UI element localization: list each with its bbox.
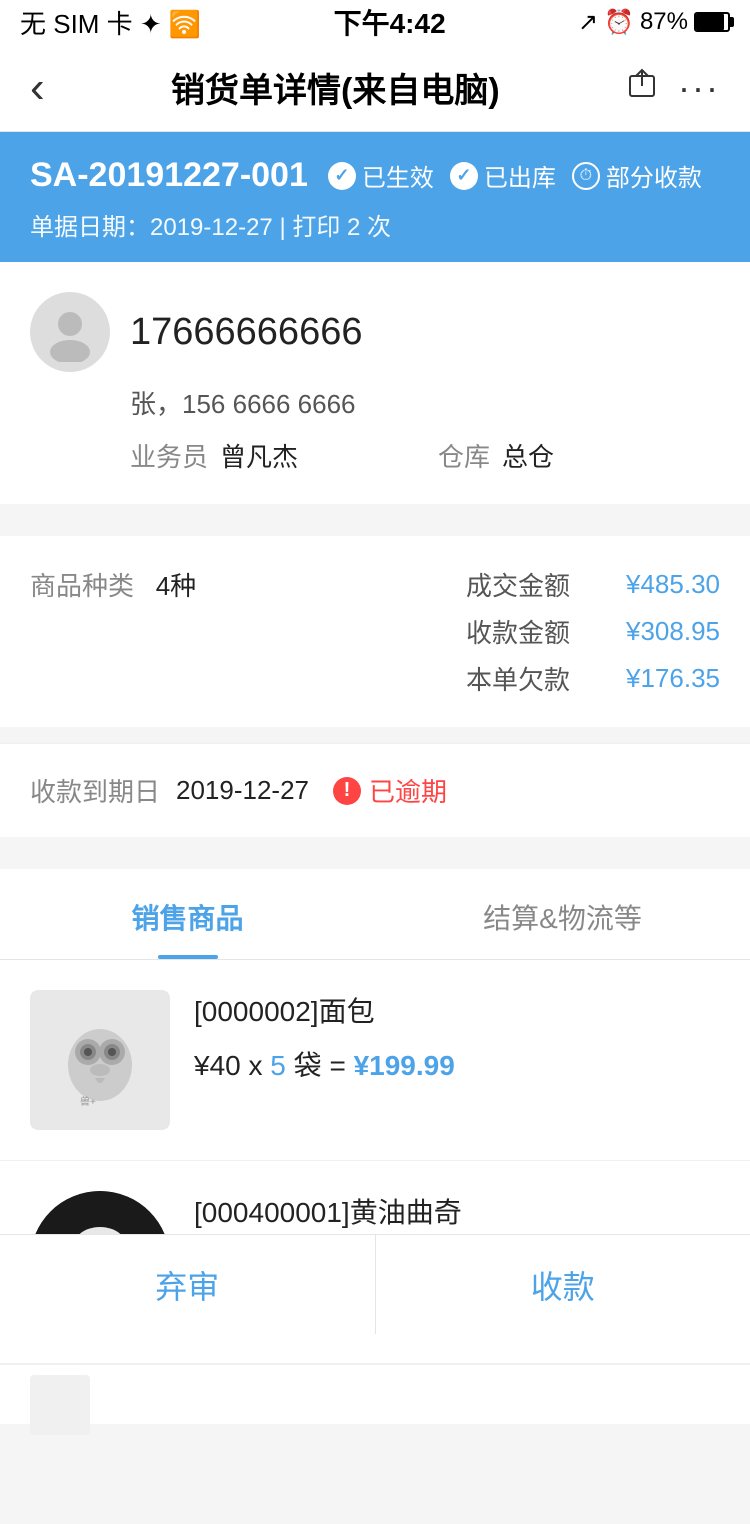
divider-1 bbox=[0, 520, 750, 536]
status-right: ↗ ⏰ 87% bbox=[578, 8, 730, 37]
product-name-1: [0000002]面包 bbox=[194, 990, 720, 1030]
customer-row: 17666666666 bbox=[30, 292, 720, 372]
order-header: SA-20191227-001 ✓ 已生效 ✓ 已出库 ⏱ 部分收款 单据日期：… bbox=[0, 132, 750, 262]
status-active: ✓ 已生效 bbox=[328, 158, 434, 193]
overdue-icon: ! bbox=[333, 777, 361, 805]
warehouse-label: 仓库 bbox=[438, 437, 490, 474]
product-info-1: [0000002]面包 ¥40 x 5 袋 = ¥199.99 bbox=[194, 990, 720, 1084]
due-label: 收款到期日 bbox=[30, 772, 160, 809]
summary-section: 商品种类 4种 成交金额 ¥485.30 收款金额 ¥308.95 本单欠款 ¥… bbox=[0, 536, 750, 727]
sales-value: 曾凡杰 bbox=[220, 437, 298, 474]
received-value: ¥308.95 bbox=[590, 616, 720, 647]
summary-right: 成交金额 ¥485.30 收款金额 ¥308.95 本单欠款 ¥176.35 bbox=[466, 566, 720, 697]
product-item-partial bbox=[0, 1364, 750, 1424]
owed-row: 本单欠款 ¥176.35 bbox=[466, 660, 720, 697]
page-title: 销货单详情(来自电脑) bbox=[171, 63, 500, 112]
share-button[interactable] bbox=[626, 68, 658, 108]
bottom-bar: 弃审 收款 bbox=[0, 1234, 750, 1334]
customer-name-phone: 张，156 6666 6666 bbox=[130, 384, 720, 421]
svg-text:兽+: 兽+ bbox=[80, 1095, 96, 1108]
product-image-1: 兽+ bbox=[30, 990, 170, 1130]
order-meta: 单据日期：2019-12-27 | 打印 2 次 bbox=[30, 207, 720, 242]
tab-sales-products[interactable]: 销售商品 bbox=[0, 869, 375, 959]
product-item-1: 兽+ [0000002]面包 ¥40 x 5 袋 = ¥199.99 bbox=[0, 960, 750, 1161]
customer-avatar bbox=[30, 292, 110, 372]
product-type-label: 商品种类 bbox=[30, 571, 134, 601]
confirm-button[interactable]: 收款 bbox=[376, 1235, 750, 1334]
product-name-2: [000400001]黄油曲奇 bbox=[194, 1191, 720, 1231]
received-row: 收款金额 ¥308.95 bbox=[466, 613, 720, 650]
owed-label: 本单欠款 bbox=[466, 660, 570, 697]
bottom-spacer bbox=[0, 1424, 750, 1524]
product-unit-price-1: ¥40 bbox=[194, 1050, 241, 1081]
products-section: 兽+ [0000002]面包 ¥40 x 5 袋 = ¥199.99 bbox=[0, 960, 750, 1424]
status-left: 无 SIM 卡 ✦ 🛜 bbox=[20, 4, 201, 41]
status-time: 下午4:42 bbox=[334, 2, 446, 42]
warehouse-info: 仓库 总仓 bbox=[438, 437, 554, 474]
sales-label: 业务员 bbox=[130, 437, 208, 474]
overdue-badge: ! 已逾期 bbox=[333, 772, 447, 809]
status-shipped: ✓ 已出库 bbox=[450, 158, 556, 193]
received-label: 收款金额 bbox=[466, 613, 570, 650]
product-qty-1: 5 bbox=[270, 1050, 286, 1081]
status-partial: ⏱ 部分收款 bbox=[572, 158, 702, 193]
deal-amount-row: 成交金额 ¥485.30 bbox=[466, 566, 720, 603]
deal-amount-label: 成交金额 bbox=[466, 566, 570, 603]
customer-section: 17666666666 张，156 6666 6666 业务员 曾凡杰 仓库 总… bbox=[0, 262, 750, 504]
owed-value: ¥176.35 bbox=[590, 663, 720, 694]
order-id: SA-20191227-001 bbox=[30, 156, 308, 195]
product-type-value: 4种 bbox=[156, 571, 196, 601]
product-unit-1: 袋 bbox=[294, 1050, 322, 1081]
tabs-section: 销售商品 结算&物流等 bbox=[0, 869, 750, 960]
due-section: 收款到期日 2019-12-27 ! 已逾期 bbox=[0, 743, 750, 837]
deal-amount-value: ¥485.30 bbox=[590, 569, 720, 600]
check-icon-active: ✓ bbox=[328, 162, 356, 190]
due-date-value: 2019-12-27 bbox=[176, 775, 309, 806]
overdue-text: 已逾期 bbox=[369, 772, 447, 809]
battery-level: 87% bbox=[640, 8, 688, 36]
tab-settlement-logistics[interactable]: 结算&物流等 bbox=[375, 869, 750, 959]
back-button[interactable]: ‹ bbox=[30, 63, 45, 113]
product-total-1: ¥199.99 bbox=[354, 1050, 455, 1081]
divider-2 bbox=[0, 837, 750, 853]
alarm-icon: ⏰ bbox=[604, 8, 634, 37]
nav-actions: ··· bbox=[626, 67, 720, 109]
check-icon-shipped: ✓ bbox=[450, 162, 478, 190]
product-type: 商品种类 4种 bbox=[30, 566, 196, 697]
nav-bar: ‹ 销货单详情(来自电脑) ··· bbox=[0, 44, 750, 132]
product-price-row-1: ¥40 x 5 袋 = ¥199.99 bbox=[194, 1044, 720, 1084]
status-badges: ✓ 已生效 ✓ 已出库 ⏱ 部分收款 bbox=[328, 158, 702, 193]
location-icon: ↗ bbox=[578, 8, 598, 37]
customer-info-row: 业务员 曾凡杰 仓库 总仓 bbox=[130, 437, 720, 474]
battery-icon bbox=[694, 12, 730, 32]
customer-phone: 17666666666 bbox=[130, 311, 362, 354]
status-bar: 无 SIM 卡 ✦ 🛜 下午4:42 ↗ ⏰ 87% bbox=[0, 0, 750, 44]
warehouse-value: 总仓 bbox=[502, 437, 554, 474]
sales-info: 业务员 曾凡杰 bbox=[130, 437, 298, 474]
more-button[interactable]: ··· bbox=[678, 67, 720, 109]
cancel-button[interactable]: 弃审 bbox=[0, 1235, 376, 1334]
clock-icon: ⏱ bbox=[572, 162, 600, 190]
